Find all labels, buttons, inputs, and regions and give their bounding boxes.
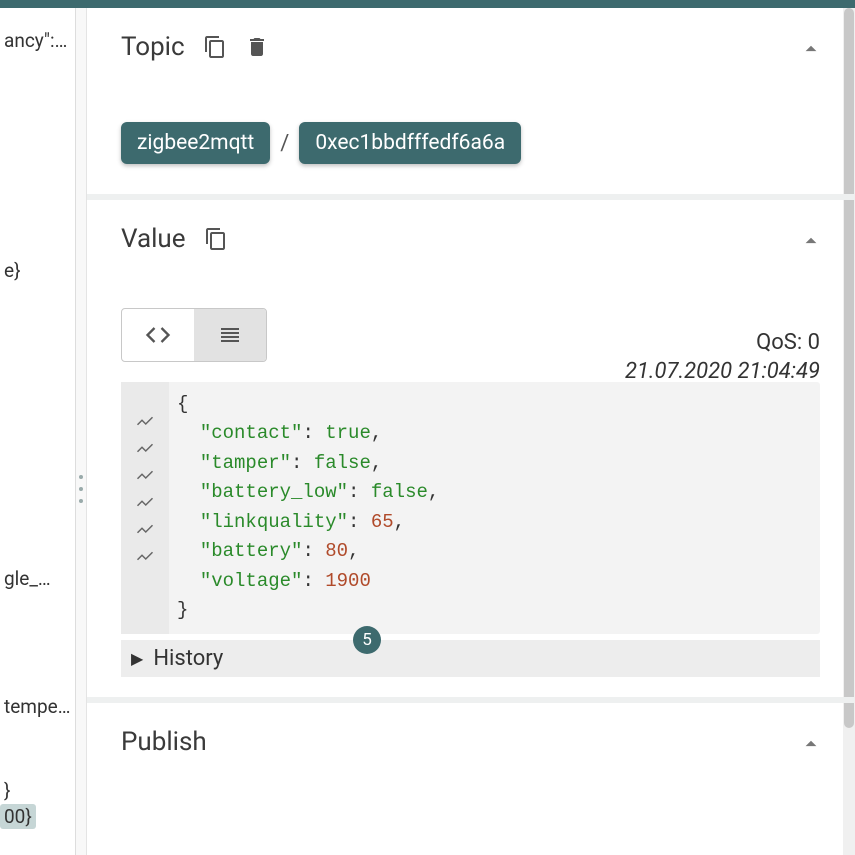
trend-icon[interactable] — [136, 439, 154, 457]
collapse-publish-chevron-icon[interactable] — [798, 731, 824, 761]
publish-title: Publish — [121, 727, 207, 757]
topic-tree-sidebar[interactable]: ancy":… e} gle_… tempe…}00} — [0, 8, 76, 855]
topic-separator: / — [278, 131, 291, 156]
topic-breadcrumb: zigbee2mqtt / 0xec1bbdfffedf6a6a — [121, 122, 820, 164]
topic-section: Topic zigbee2mqtt / 0xec1bbdfffedf6a6a — [87, 8, 854, 200]
tree-node[interactable]: 00} — [0, 804, 36, 829]
json-payload: { "contact": true, "tamper": false, "bat… — [121, 382, 820, 634]
trend-icon[interactable] — [136, 466, 154, 484]
trend-icon[interactable] — [136, 547, 154, 565]
timestamp-label: 21.07.2020 21:04:49 — [625, 359, 820, 384]
qos-label: QoS: 0 — [625, 330, 820, 355]
topic-segment[interactable]: zigbee2mqtt — [121, 122, 270, 164]
trend-icon[interactable] — [136, 520, 154, 538]
tree-node[interactable]: e} — [0, 258, 25, 283]
tree-node[interactable]: ancy":… — [0, 28, 71, 53]
history-count-badge: 5 — [353, 626, 381, 654]
trend-icon[interactable] — [136, 493, 154, 511]
json-gutter — [121, 382, 169, 634]
raw-view-button[interactable] — [122, 309, 194, 361]
topic-segment[interactable]: 0xec1bbdfffedf6a6a — [299, 122, 521, 164]
copy-icon[interactable] — [204, 227, 228, 251]
tree-node[interactable]: tempe… — [0, 694, 74, 719]
value-view-toggle — [121, 308, 267, 362]
expand-icon: ▶ — [131, 649, 143, 668]
value-title: Value — [121, 224, 186, 254]
split-drag-handle[interactable] — [76, 475, 86, 503]
tree-node[interactable]: gle_… — [0, 566, 55, 591]
formatted-view-button[interactable] — [194, 309, 266, 361]
history-label: History — [153, 646, 223, 671]
history-toggle[interactable]: ▶ History 5 — [121, 640, 820, 677]
publish-section: Publish — [87, 703, 854, 837]
copy-icon[interactable] — [203, 35, 227, 59]
tree-node[interactable]: } — [0, 778, 14, 803]
collapse-topic-chevron-icon[interactable] — [798, 36, 824, 66]
collapse-value-chevron-icon[interactable] — [798, 228, 824, 258]
value-section: Value QoS: 0 — [87, 200, 854, 703]
topic-title: Topic — [121, 32, 185, 62]
trend-icon[interactable] — [136, 412, 154, 430]
main-content: Topic zigbee2mqtt / 0xec1bbdfffedf6a6a — [76, 8, 855, 855]
delete-icon[interactable] — [245, 35, 269, 59]
json-code[interactable]: { "contact": true, "tamper": false, "bat… — [169, 382, 451, 634]
app-topbar — [0, 0, 855, 8]
